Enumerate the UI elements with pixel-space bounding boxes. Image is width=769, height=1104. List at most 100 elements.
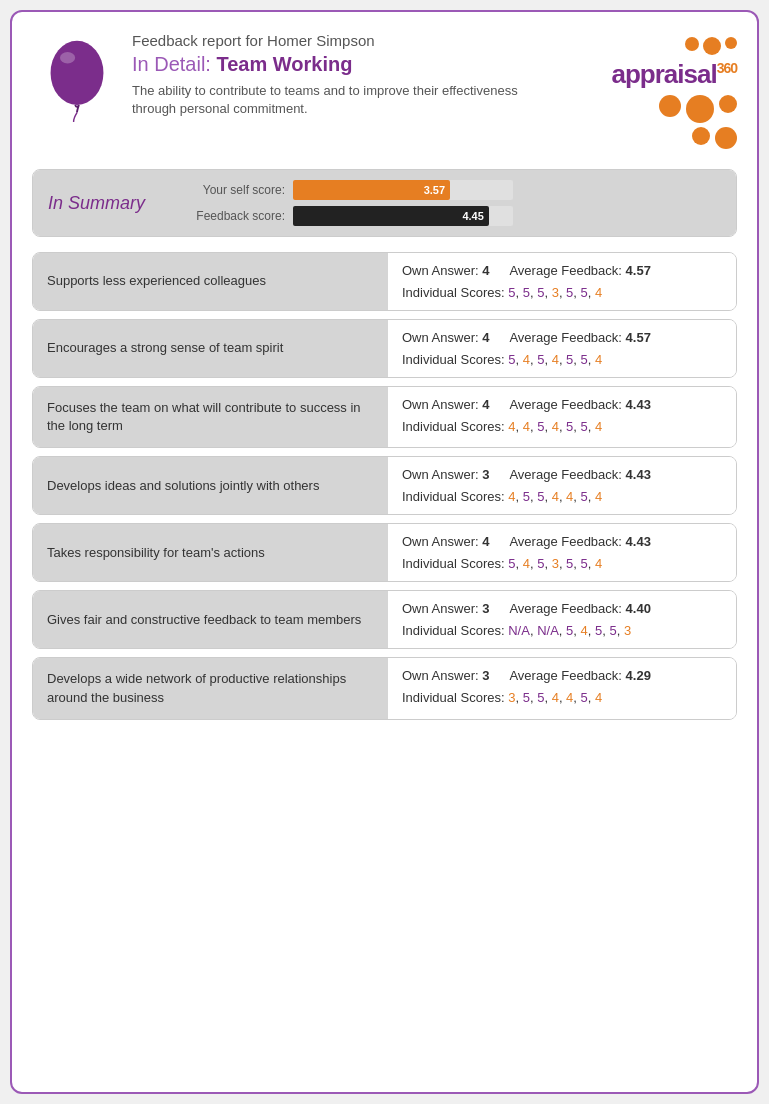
feedback-score-bar: 4.45 [293, 206, 489, 226]
individual-scores: Individual Scores: 5, 4, 5, 4, 5, 5, 4 [402, 352, 722, 367]
row-data-area: Own Answer: 4 Average Feedback: 4.43 Ind… [388, 387, 736, 447]
summary-section: In Summary Your self score: 3.57 Feedbac… [32, 169, 737, 237]
score-value: N/A [537, 623, 559, 638]
row-label-area: Develops a wide network of productive re… [33, 658, 388, 718]
avg-feedback: Average Feedback: 4.43 [509, 467, 650, 486]
logo-circle-4 [659, 95, 681, 117]
score-value: 4 [595, 285, 602, 300]
score-value: 5 [523, 489, 530, 504]
feedback-score-bar-container: 4.45 [293, 206, 513, 226]
score-value: 5 [581, 285, 588, 300]
score-value: 5 [508, 285, 515, 300]
balloon-area [32, 37, 122, 122]
logo-circle-7 [692, 127, 710, 145]
own-answer: Own Answer: 4 [402, 397, 489, 412]
logo-circle-3 [725, 37, 737, 49]
score-value: 4 [552, 489, 559, 504]
row-item: Supports less experienced colleagues Own… [32, 252, 737, 311]
score-value: 5 [566, 285, 573, 300]
row-data-area: Own Answer: 4 Average Feedback: 4.43 Ind… [388, 524, 736, 581]
own-answer-line: Own Answer: 3 Average Feedback: 4.43 [402, 467, 722, 486]
logo-text: appraisal360 [611, 59, 737, 90]
score-value: 5 [581, 690, 588, 705]
score-value: 4 [523, 556, 530, 571]
row-item: Focuses the team on what will contribute… [32, 386, 737, 448]
own-answer-line: Own Answer: 4 Average Feedback: 4.43 [402, 534, 722, 553]
feedback-score-row: Feedback score: 4.45 [175, 206, 721, 226]
score-value: 5 [581, 352, 588, 367]
row-data-area: Own Answer: 3 Average Feedback: 4.29 Ind… [388, 658, 736, 718]
detail-heading: In Detail: Team Working [132, 53, 557, 76]
score-value: 5 [566, 556, 573, 571]
logo-circle-8 [715, 127, 737, 149]
row-label-area: Takes responsibility for team's actions [33, 524, 388, 581]
individual-scores: Individual Scores: 5, 5, 5, 3, 5, 5, 4 [402, 285, 722, 300]
avg-feedback: Average Feedback: 4.29 [509, 668, 650, 687]
own-answer: Own Answer: 4 [402, 330, 489, 345]
page-container: Feedback report for Homer Simpson In Det… [10, 10, 759, 1094]
avg-feedback: Average Feedback: 4.43 [509, 534, 650, 553]
individual-scores: Individual Scores: 3, 5, 5, 4, 4, 5, 4 [402, 690, 722, 705]
self-score-label: Your self score: [175, 183, 285, 197]
score-value: 4 [595, 352, 602, 367]
row-label: Develops a wide network of productive re… [47, 670, 374, 706]
row-data-area: Own Answer: 4 Average Feedback: 4.57 Ind… [388, 320, 736, 377]
row-label-area: Develops ideas and solutions jointly wit… [33, 457, 388, 514]
logo-superscript: 360 [717, 60, 737, 76]
score-value: 5 [566, 623, 573, 638]
row-item: Encourages a strong sense of team spirit… [32, 319, 737, 378]
avg-feedback: Average Feedback: 4.57 [509, 330, 650, 349]
own-answer: Own Answer: 4 [402, 534, 489, 549]
svg-point-1 [60, 52, 75, 63]
own-answer-line: Own Answer: 4 Average Feedback: 4.43 [402, 397, 722, 416]
score-value: 4 [566, 489, 573, 504]
score-value: 4 [581, 623, 588, 638]
self-score-bar: 3.57 [293, 180, 450, 200]
individual-scores: Individual Scores: 5, 4, 5, 3, 5, 5, 4 [402, 556, 722, 571]
score-value: 5 [581, 489, 588, 504]
score-value: 5 [537, 419, 544, 434]
own-answer-line: Own Answer: 3 Average Feedback: 4.29 [402, 668, 722, 687]
score-value: 5 [609, 623, 616, 638]
row-label-area: Gives fair and constructive feedback to … [33, 591, 388, 648]
score-value: N/A [508, 623, 530, 638]
detail-topic: Team Working [217, 53, 353, 75]
row-item: Gives fair and constructive feedback to … [32, 590, 737, 649]
score-value: 4 [552, 419, 559, 434]
score-value: 4 [552, 690, 559, 705]
score-value: 4 [552, 352, 559, 367]
own-answer-line: Own Answer: 3 Average Feedback: 4.40 [402, 601, 722, 620]
header: Feedback report for Homer Simpson In Det… [32, 32, 737, 149]
score-value: 4 [508, 489, 515, 504]
row-label: Develops ideas and solutions jointly wit… [47, 477, 319, 495]
own-answer-line: Own Answer: 4 Average Feedback: 4.57 [402, 263, 722, 282]
self-score-value: 3.57 [424, 184, 445, 196]
own-answer: Own Answer: 4 [402, 263, 489, 278]
row-label: Focuses the team on what will contribute… [47, 399, 374, 435]
individual-scores: Individual Scores: 4, 5, 5, 4, 4, 5, 4 [402, 489, 722, 504]
row-data-area: Own Answer: 3 Average Feedback: 4.43 Ind… [388, 457, 736, 514]
score-value: 5 [595, 623, 602, 638]
summary-scores: Your self score: 3.57 Feedback score: 4.… [145, 180, 721, 226]
logo-circle-5 [686, 95, 714, 123]
score-value: 3 [624, 623, 631, 638]
svg-point-0 [51, 41, 104, 105]
score-value: 5 [508, 352, 515, 367]
row-data-area: Own Answer: 3 Average Feedback: 4.40 Ind… [388, 591, 736, 648]
avg-feedback: Average Feedback: 4.57 [509, 263, 650, 282]
logo-circle-1 [685, 37, 699, 51]
own-answer: Own Answer: 3 [402, 467, 489, 482]
score-value: 5 [537, 556, 544, 571]
self-score-bar-container: 3.57 [293, 180, 513, 200]
individual-scores: Individual Scores: N/A, N/A, 5, 4, 5, 5,… [402, 623, 722, 638]
score-value: 5 [537, 489, 544, 504]
score-value: 4 [508, 419, 515, 434]
row-label: Takes responsibility for team's actions [47, 544, 265, 562]
row-label-area: Encourages a strong sense of team spirit [33, 320, 388, 377]
row-item: Develops a wide network of productive re… [32, 657, 737, 719]
score-value: 5 [566, 352, 573, 367]
score-value: 4 [595, 419, 602, 434]
own-answer-line: Own Answer: 4 Average Feedback: 4.57 [402, 330, 722, 349]
balloon-icon [42, 37, 112, 122]
score-value: 5 [537, 690, 544, 705]
